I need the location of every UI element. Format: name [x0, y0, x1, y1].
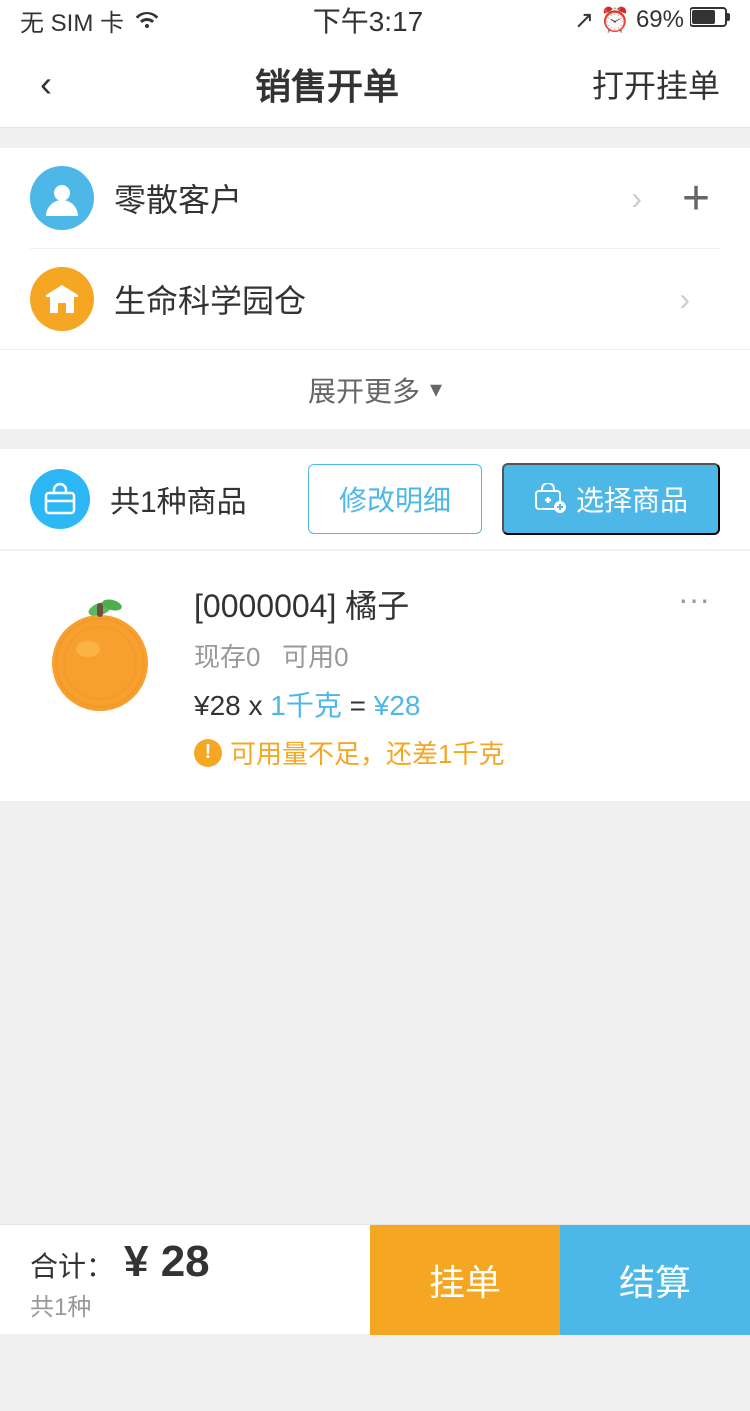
- hang-button[interactable]: 挂单: [370, 1225, 560, 1335]
- warehouse-chevron-icon: ›: [679, 281, 690, 318]
- expand-label: 展开更多: [308, 370, 420, 410]
- product-id: [0000004]: [194, 588, 345, 624]
- warning-icon: !: [194, 739, 222, 767]
- customer-row[interactable]: 零散客户 › +: [0, 148, 750, 248]
- product-warning: ! 可用量不足，还差1千克: [194, 734, 644, 771]
- product-icon: [30, 469, 90, 529]
- section-divider-1: [0, 128, 750, 148]
- customer-name: 零散客户: [114, 175, 631, 221]
- bottom-bar: 合计： ¥ 28 共1种 挂单 结算: [0, 1224, 750, 1334]
- unit-price: ¥28 x: [194, 690, 270, 721]
- battery-icon: [690, 6, 730, 35]
- available-stock: 可用0: [282, 642, 348, 672]
- customer-chevron-icon: ›: [631, 180, 642, 217]
- status-right: ↗ ⏰ 69%: [574, 6, 730, 35]
- location-icon: ↗: [574, 6, 594, 35]
- add-customer-button[interactable]: +: [672, 171, 720, 226]
- select-product-label: 选择商品: [576, 479, 688, 519]
- product-info: [0000004] 橘子 现存0 可用0 ¥28 x 1千克 = ¥28 ! 可…: [194, 581, 644, 771]
- total-price: ¥28: [374, 690, 421, 721]
- customer-section: 零散客户 › + 生命科学园仓 › 展开更多 ▾: [0, 148, 750, 429]
- warehouse-name: 生命科学园仓: [114, 276, 679, 322]
- select-product-button[interactable]: 选择商品: [502, 463, 720, 535]
- modify-detail-button[interactable]: 修改明细: [308, 464, 482, 534]
- product-stock: 现存0 可用0: [194, 637, 644, 674]
- nav-bar: ‹ 销售开单 打开挂单: [0, 40, 750, 128]
- equals: =: [350, 690, 374, 721]
- product-count: 共1种商品: [110, 477, 288, 521]
- product-header: 共1种商品 修改明细 选择商品: [0, 449, 750, 549]
- total-prefix: 合计：: [30, 1245, 114, 1285]
- product-title: [0000004] 橘子: [194, 581, 644, 627]
- quantity: 1千克: [270, 690, 342, 721]
- product-item: [0000004] 橘子 现存0 可用0 ¥28 x 1千克 = ¥28 ! 可…: [0, 551, 750, 801]
- total-section: 合计： ¥ 28 共1种: [0, 1237, 370, 1322]
- warning-text: 可用量不足，还差1千克: [230, 734, 504, 771]
- total-label: 合计： ¥ 28: [30, 1237, 340, 1287]
- open-pending-button[interactable]: 打开挂单: [592, 61, 720, 107]
- back-button[interactable]: ‹: [30, 53, 62, 115]
- expand-arrow-icon: ▾: [430, 375, 442, 404]
- warehouse-row[interactable]: 生命科学园仓 ›: [0, 249, 750, 349]
- total-amount: ¥ 28: [124, 1237, 210, 1287]
- product-name: 橘子: [345, 588, 409, 624]
- status-bar: 无 SIM 卡 下午3:17 ↗ ⏰ 69%: [0, 0, 750, 40]
- alarm-icon: ⏰: [600, 6, 630, 35]
- wifi-icon: [132, 6, 162, 35]
- product-price-row: ¥28 x 1千克 = ¥28: [194, 684, 644, 724]
- more-options-button[interactable]: ···: [668, 581, 720, 618]
- checkout-button[interactable]: 结算: [560, 1225, 750, 1335]
- expand-more-row[interactable]: 展开更多 ▾: [0, 349, 750, 429]
- total-sub: 共1种: [30, 1287, 340, 1322]
- select-product-icon: [534, 483, 566, 515]
- page-title: 销售开单: [255, 58, 399, 110]
- current-stock: 现存0: [194, 642, 260, 672]
- section-divider-2: [0, 429, 750, 449]
- sim-status: 无 SIM 卡: [20, 3, 124, 38]
- product-image: [30, 581, 170, 721]
- warehouse-icon: [30, 267, 94, 331]
- battery-level: 69%: [636, 6, 684, 34]
- status-time: 下午3:17: [313, 0, 424, 40]
- customer-avatar: [30, 166, 94, 230]
- status-left: 无 SIM 卡: [20, 3, 162, 38]
